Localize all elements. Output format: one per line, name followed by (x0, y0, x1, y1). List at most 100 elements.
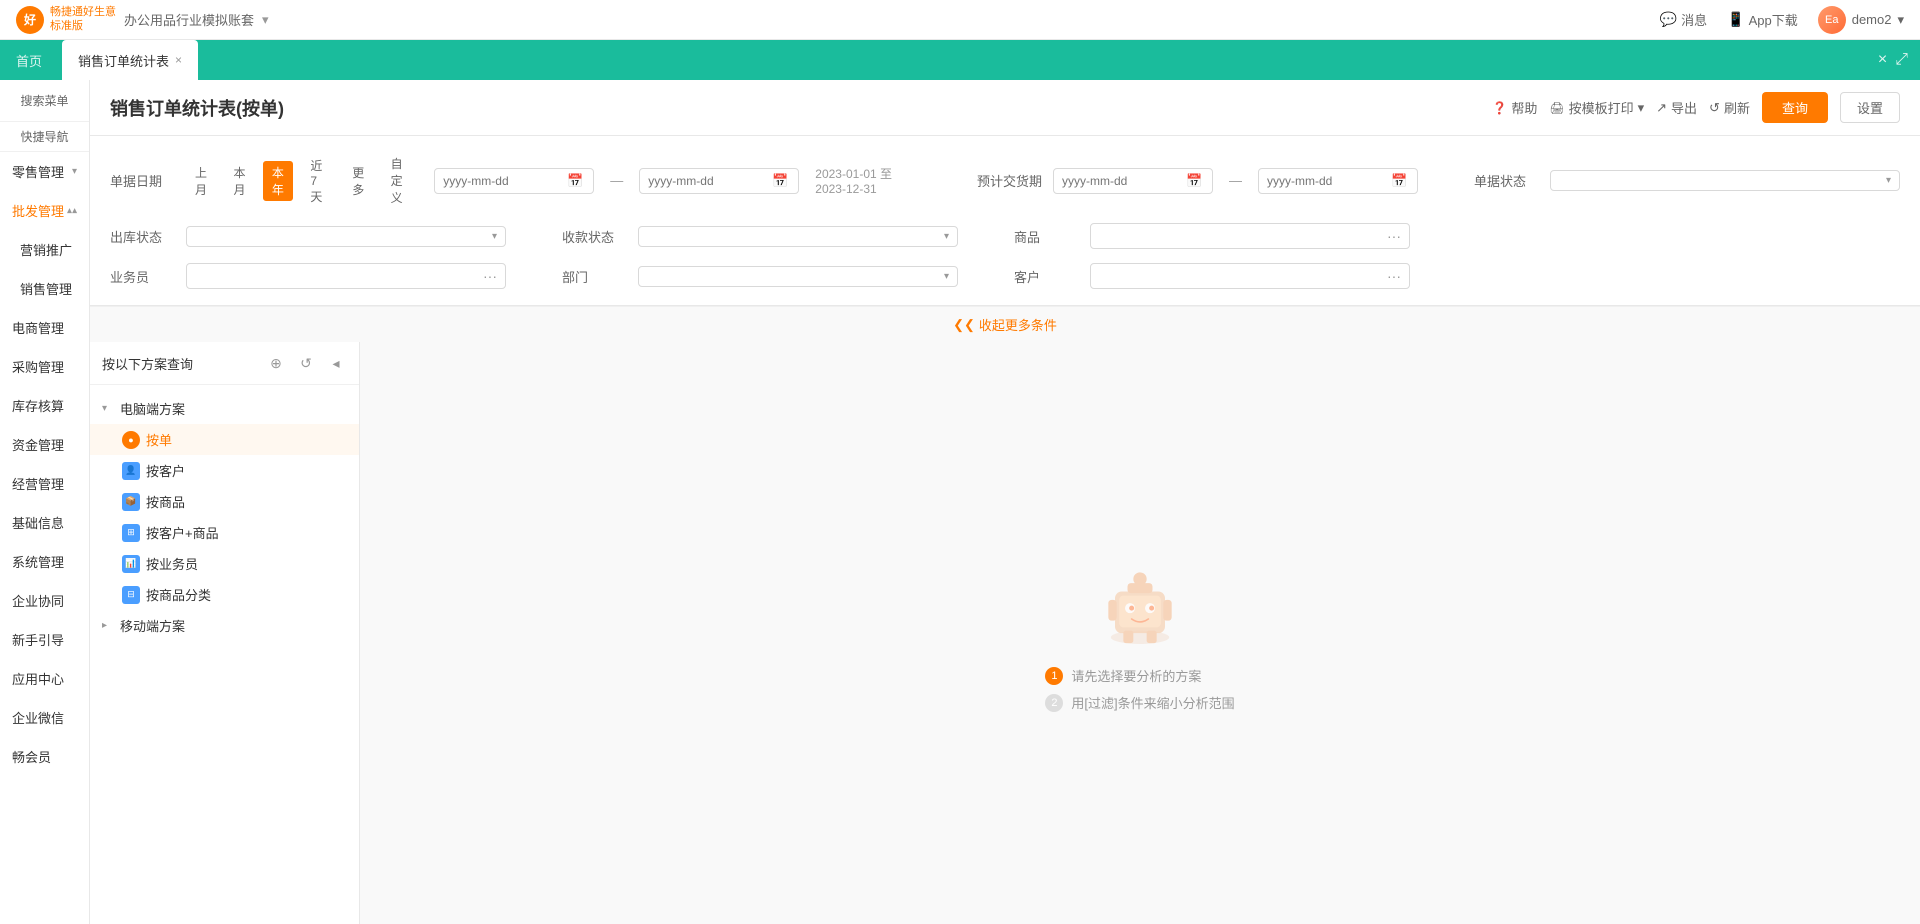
date-end-field[interactable] (648, 174, 768, 188)
filter-row-date: 单据日期 上月 本月 本年 近7天 更多 自定义 📅 — 📅 (110, 152, 1900, 209)
ship-status-arrow-icon (492, 231, 497, 242)
staff-dots-icon[interactable]: ··· (483, 268, 497, 284)
tab-bar-actions: × ⤢ (1878, 51, 1920, 69)
sidebar-item-retail[interactable]: 零售管理 (0, 152, 89, 191)
plan-item-按客户[interactable]: 👤 按客户 (90, 455, 359, 486)
print-button[interactable]: 🖨 按模板打印 (1549, 98, 1644, 117)
export-button[interactable]: ↗ 导出 (1656, 98, 1697, 117)
customer-select[interactable]: ··· (1090, 263, 1410, 289)
date-quick-buttons: 上月 本月 本年 近7天 更多 自定义 (186, 152, 418, 209)
tab-sales-stats[interactable]: 销售订单统计表 × (62, 40, 198, 80)
refresh-button[interactable]: ↺ 刷新 (1709, 98, 1750, 117)
sidebar-item-finance[interactable]: 资金管理 (0, 425, 89, 464)
plan-item-按商品[interactable]: 📦 按商品 (90, 486, 359, 517)
collapse-filters-button[interactable]: ❮❮ 收起更多条件 (90, 306, 1920, 342)
sidebar-item-purchase[interactable]: 采购管理 (0, 347, 89, 386)
last-month-button[interactable]: 上月 (186, 161, 216, 201)
top-bar: 好 畅捷通好生意 标准版 办公用品行业模拟账套 💬 消息 📱 App下载 Ea … (0, 0, 1920, 40)
window-expand-button[interactable]: ⤢ (1895, 51, 1908, 69)
goods-select-dots-icon[interactable]: ··· (1387, 228, 1401, 244)
add-plan-button[interactable]: ⊕ (265, 352, 287, 374)
refresh-plan-button[interactable]: ↺ (295, 352, 317, 374)
this-year-button[interactable]: 本年 (263, 161, 293, 201)
help-button[interactable]: ❓ 帮助 (1492, 98, 1537, 117)
expected-date-end-input[interactable]: 📅 (1258, 168, 1418, 194)
more-button[interactable]: 更多 (343, 161, 373, 201)
plan-icon-按业务员: 📊 (122, 555, 140, 573)
ship-status-select[interactable] (186, 226, 506, 247)
payment-status-select[interactable] (638, 226, 958, 247)
expected-date-end-field[interactable] (1267, 174, 1387, 188)
sidebar-item-company[interactable]: 企业协同 (0, 581, 89, 620)
mobile-plan-parent[interactable]: ▸ 移动端方案 (90, 610, 359, 641)
plan-item-按客户+商品[interactable]: ⊞ 按客户+商品 (90, 517, 359, 548)
goods-select[interactable]: ··· (1090, 223, 1410, 249)
sidebar-item-apps[interactable]: 应用中心 (0, 659, 89, 698)
date-start-input[interactable]: 📅 (434, 168, 594, 194)
status-filter-label: 单据状态 (1474, 171, 1534, 190)
last7days-button[interactable]: 近7天 (301, 154, 335, 208)
user-dropdown-icon (1897, 12, 1904, 28)
query-plan-actions: ⊕ ↺ ◂ (265, 352, 347, 374)
pc-plan-parent[interactable]: ▾ 电脑端方案 (90, 393, 359, 424)
plan-icon-按单: ● (122, 431, 140, 449)
window-close-button[interactable]: × (1878, 51, 1887, 69)
plan-item-按商品分类[interactable]: ⊟ 按商品分类 (90, 579, 359, 610)
empty-tip-1: 1 请先选择要分析的方案 (1045, 666, 1234, 685)
app-icon: 📱 (1727, 11, 1744, 28)
dept-select[interactable] (638, 266, 958, 287)
calendar-expected-start-icon: 📅 (1186, 173, 1202, 189)
empty-tip-2: 2 用[过滤]条件来缩小分析范围 (1045, 693, 1234, 712)
date-start-field[interactable] (443, 174, 563, 188)
expected-date-start-field[interactable] (1062, 174, 1182, 188)
app-download-button[interactable]: 📱 App下载 (1727, 10, 1798, 29)
print-icon: 🖨 (1549, 101, 1564, 115)
staff-select[interactable]: ··· (186, 263, 506, 289)
custom-button[interactable]: 自定义 (382, 152, 419, 209)
sidebar-item-ecommerce[interactable]: 电商管理 (0, 308, 89, 347)
sidebar-item-membership[interactable]: 畅会员 (0, 737, 89, 776)
query-plan-header: 按以下方案查询 ⊕ ↺ ◂ (90, 342, 359, 385)
query-button[interactable]: 查询 (1762, 92, 1828, 123)
tab-home[interactable]: 首页 (0, 40, 58, 80)
customer-dots-icon[interactable]: ··· (1387, 268, 1401, 284)
collapse-icon: ❮❮ (953, 317, 975, 333)
plan-icon-按客户: 👤 (122, 462, 140, 480)
sidebar-item-wechat[interactable]: 企业微信 (0, 698, 89, 737)
date-end-input[interactable]: 📅 (639, 168, 799, 194)
query-plan-panel: 按以下方案查询 ⊕ ↺ ◂ ▾ 电脑端方案 (90, 342, 360, 924)
expected-date-start-input[interactable]: 📅 (1053, 168, 1213, 194)
tab-close-icon[interactable]: × (175, 53, 182, 67)
status-select[interactable] (1550, 170, 1900, 191)
collapse-plan-button[interactable]: ◂ (325, 352, 347, 374)
sidebar-item-sales-management[interactable]: 销售管理 (0, 269, 89, 308)
refresh-icon: ↺ (1709, 100, 1720, 116)
sidebar-item-operations[interactable]: 经营管理 (0, 464, 89, 503)
top-bar-left: 好 畅捷通好生意 标准版 办公用品行业模拟账套 (16, 6, 269, 34)
search-menu-button[interactable]: 搜索菜单 (8, 88, 81, 113)
quick-nav-button[interactable]: 快捷导航 (0, 122, 89, 152)
sidebar-item-wholesale[interactable]: 批发管理 ▾ (0, 191, 89, 230)
settings-button[interactable]: 设置 (1840, 92, 1900, 123)
top-bar-right: 💬 消息 📱 App下载 Ea demo2 (1660, 6, 1904, 34)
sidebar-item-basic[interactable]: 基础信息 (0, 503, 89, 542)
this-month-button[interactable]: 本月 (224, 161, 254, 201)
staff-filter-label: 业务员 (110, 267, 170, 286)
plan-item-按业务员[interactable]: 📊 按业务员 (90, 548, 359, 579)
sidebar-item-onboarding[interactable]: 新手引导 (0, 620, 89, 659)
query-plan-title: 按以下方案查询 (102, 354, 193, 373)
sidebar-search-section: 搜索菜单 (0, 80, 89, 122)
message-button[interactable]: 💬 消息 (1660, 10, 1707, 29)
empty-tips: 1 请先选择要分析的方案 2 用[过滤]条件来缩小分析范围 (1045, 666, 1234, 712)
sidebar-item-inventory[interactable]: 库存核算 (0, 386, 89, 425)
export-icon: ↗ (1656, 100, 1667, 116)
plan-item-按单[interactable]: ● 按单 (90, 424, 359, 455)
user-menu[interactable]: Ea demo2 (1818, 6, 1904, 34)
goods-filter-label: 商品 (1014, 227, 1074, 246)
logo-area: 好 畅捷通好生意 标准版 (16, 6, 116, 34)
plan-icon-按客户商品: ⊞ (122, 524, 140, 542)
title-dropdown-icon[interactable] (262, 12, 269, 28)
sidebar-item-marketing[interactable]: 营销推广 (0, 230, 89, 269)
sidebar-item-system[interactable]: 系统管理 (0, 542, 89, 581)
expected-date-label: 预计交货期 (977, 171, 1037, 190)
